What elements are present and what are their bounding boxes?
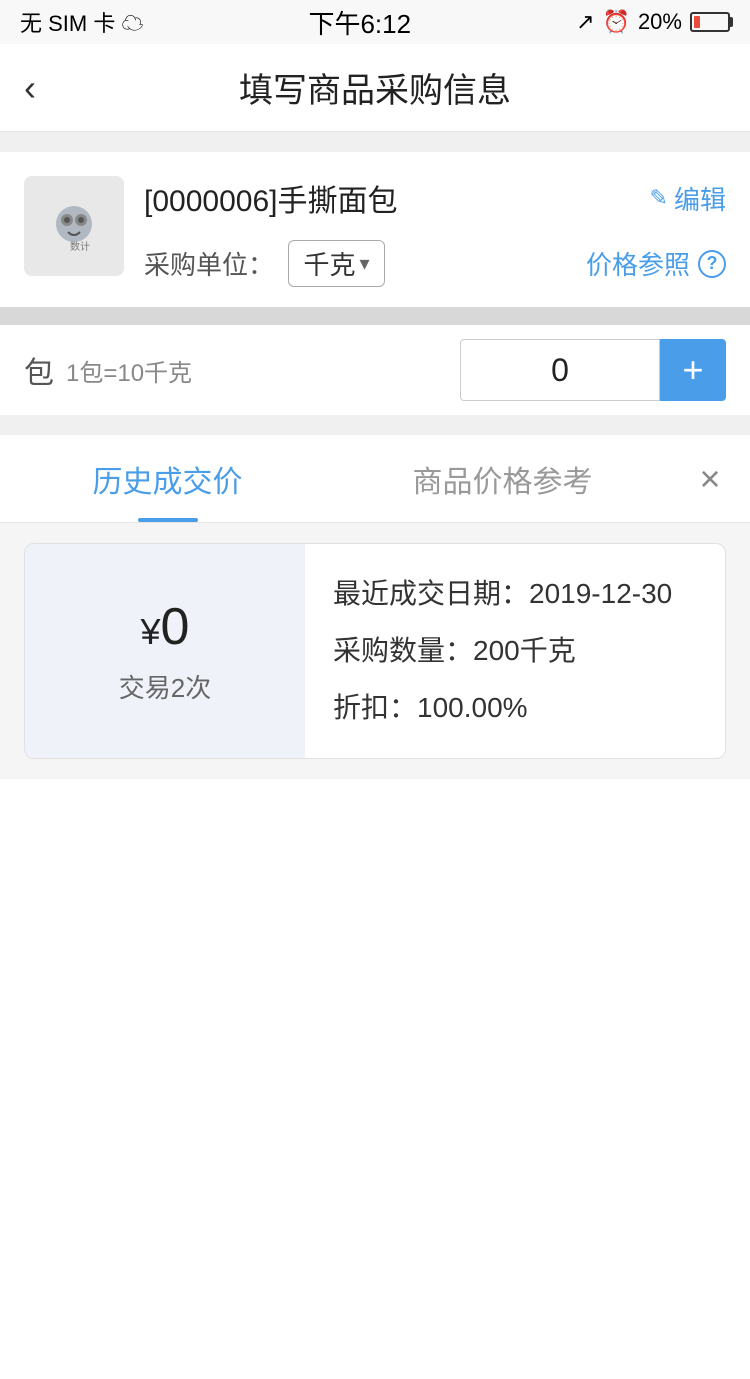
product-thumbnail: 数计 — [24, 176, 124, 276]
latest-date-value: 2019-12-30 — [529, 578, 672, 609]
bottom-sheet: 历史成交价 商品价格参考 × ¥0 交易2次 最近成交日期：2019-12-30… — [0, 435, 750, 1379]
page-title: 填写商品采购信息 — [239, 63, 511, 112]
product-unit-row: 采购单位： 千克 ▾ 价格参照 ? — [144, 240, 726, 287]
product-name: [0000006]手撕面包 — [144, 176, 397, 220]
product-header: [0000006]手撕面包 ✎ 编辑 — [144, 176, 726, 220]
tab-product-price[interactable]: 商品价格参考 — [335, 435, 670, 522]
quantity-unit-info: 包 1包=10千克 — [24, 348, 192, 392]
price-ref-label: 价格参照 — [586, 245, 690, 282]
transaction-card: ¥0 交易2次 最近成交日期：2019-12-30 采购数量：200千克 折扣：… — [24, 543, 726, 759]
status-left: 无 SIM 卡 ☁ — [20, 6, 143, 38]
tab-history-price[interactable]: 历史成交价 — [0, 435, 335, 522]
quantity-unit-icon: 包 — [24, 348, 54, 392]
battery-text: 20% — [638, 9, 682, 35]
tabs-bar: 历史成交价 商品价格参考 × — [0, 435, 750, 523]
tab-active-underline — [138, 518, 198, 522]
latest-date-row: 最近成交日期：2019-12-30 — [333, 574, 697, 613]
edit-button[interactable]: ✎ 编辑 — [650, 180, 726, 217]
plus-button[interactable]: + — [660, 339, 726, 401]
card-container: ¥0 交易2次 最近成交日期：2019-12-30 采购数量：200千克 折扣：… — [0, 523, 750, 779]
location-icon: ↗ — [576, 9, 594, 35]
battery-icon — [690, 12, 730, 32]
back-button[interactable]: ‹ — [24, 67, 36, 109]
carrier-text: 无 SIM 卡 ☁ — [20, 6, 143, 38]
latest-date-label: 最近成交日期： — [333, 578, 529, 609]
dropdown-arrow-icon: ▾ — [359, 251, 369, 276]
card-price-display: ¥0 — [141, 596, 190, 658]
quantity-row: 包 1包=10千克 0 + — [0, 325, 750, 415]
quantity-row-detail: 采购数量：200千克 — [333, 631, 697, 670]
alarm-icon: ⏰ — [603, 9, 630, 35]
status-time: 下午6:12 — [308, 4, 411, 41]
price-reference-button[interactable]: 价格参照 ? — [586, 245, 726, 282]
status-bar: 无 SIM 卡 ☁ 下午6:12 ↗ ⏰ 20% — [0, 0, 750, 44]
product-section: 数计 [0000006]手撕面包 ✎ 编辑 采购单位： 千克 ▾ 价格参照 ? — [0, 152, 750, 307]
discount-value: 100.00% — [417, 692, 528, 723]
quantity-detail-label: 采购数量： — [333, 635, 473, 666]
help-icon: ? — [698, 250, 726, 278]
price-symbol: ¥ — [141, 611, 161, 652]
tab-history-price-label: 历史成交价 — [93, 457, 243, 501]
edit-label: 编辑 — [674, 180, 726, 217]
unit-conversion-text: 1包=10千克 — [66, 353, 192, 388]
edit-icon: ✎ — [650, 185, 668, 211]
card-right-details: 最近成交日期：2019-12-30 采购数量：200千克 折扣：100.00% — [305, 544, 725, 758]
discount-row: 折扣：100.00% — [333, 688, 697, 727]
section-divider — [0, 307, 750, 325]
product-info: [0000006]手撕面包 ✎ 编辑 采购单位： 千克 ▾ 价格参照 ? — [144, 176, 726, 287]
card-left-price: ¥0 交易2次 — [25, 544, 305, 758]
unit-section: 采购单位： 千克 ▾ — [144, 240, 385, 287]
nav-bar: ‹ 填写商品采购信息 — [0, 44, 750, 132]
trades-label: 交易2次 — [119, 668, 211, 705]
quantity-input[interactable]: 0 — [460, 339, 660, 401]
quantity-controls: 0 + — [460, 339, 726, 401]
svg-text:数计: 数计 — [70, 240, 90, 253]
close-button[interactable]: × — [670, 435, 750, 523]
price-value: 0 — [161, 598, 190, 656]
unit-value: 千克 — [303, 245, 355, 282]
status-right: ↗ ⏰ 20% — [576, 9, 730, 35]
unit-label: 采购单位： — [144, 250, 274, 280]
tab-product-price-label: 商品价格参考 — [413, 457, 593, 501]
quantity-detail-value: 200千克 — [473, 635, 576, 666]
content-white-area — [0, 779, 750, 1379]
discount-label: 折扣： — [333, 692, 417, 723]
unit-badge[interactable]: 千克 ▾ — [288, 240, 384, 287]
product-logo-svg: 数计 — [44, 196, 104, 256]
